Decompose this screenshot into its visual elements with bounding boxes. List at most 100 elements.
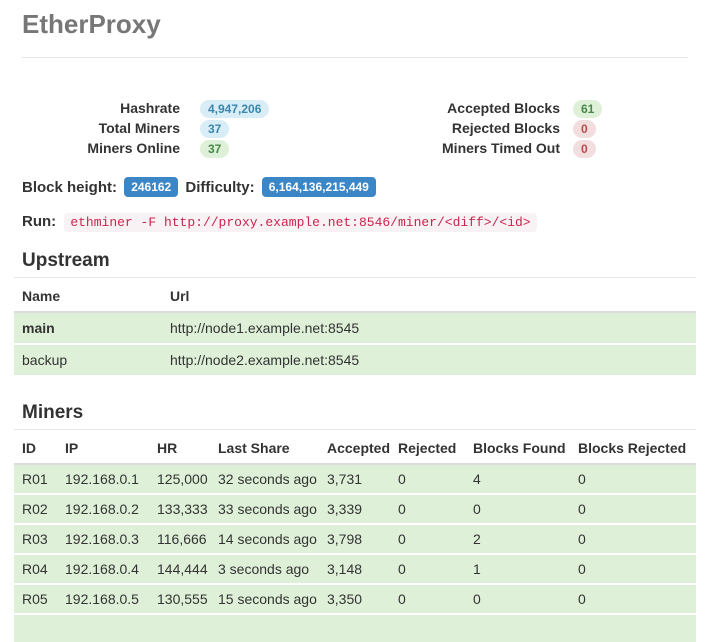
miner-hr: 130,555 [149,584,210,614]
upstream-name: main [14,312,162,344]
miner-last-share: 3 seconds ago [210,554,319,584]
miners-table: ID IP HR Last Share Accepted Rejected Bl… [14,430,696,642]
miners-col-id: ID [14,430,57,464]
difficulty-badge: 6,164,136,215,449 [262,177,376,197]
miner-last-share: 32 seconds ago [210,464,319,494]
difficulty-label: Difficulty: [185,179,254,196]
miner-blocks-rejected: 0 [570,554,696,584]
miner-rejected: 0 [390,494,465,524]
miner-hr: 116,666 [149,524,210,554]
miner-rejected: 0 [390,584,465,614]
table-row: backup http://node2.example.net:8545 [14,344,696,375]
miner-last-share: 14 seconds ago [210,524,319,554]
table-row-partial [14,614,696,642]
stat-label: Miners Online [14,138,180,158]
run-command-code: ethminer -F http://proxy.example.net:854… [64,213,536,232]
page-title: EtherProxy [22,10,696,39]
stat-label: Total Miners [14,118,180,138]
miner-ip: 192.168.0.3 [57,524,149,554]
header-divider [22,57,688,58]
miner-hr: 133,333 [149,494,210,524]
miner-id: R04 [14,554,57,584]
stats-column-right: Accepted Blocks 61 Rejected Blocks 0 Min… [355,98,696,158]
miners-col-blocks-rejected: Blocks Rejected [570,430,696,464]
stat-badge: 0 [573,140,596,158]
miner-rejected: 0 [390,524,465,554]
network-info-row: Block height: 246162 Difficulty: 6,164,1… [22,177,696,199]
stat-accepted-blocks: Accepted Blocks 61 [355,98,696,118]
miners-heading: Miners [22,403,696,423]
miner-hr: 125,000 [149,464,210,494]
upstream-table: Name Url main http://node1.example.net:8… [14,278,696,375]
miner-id: R01 [14,464,57,494]
miner-id: R03 [14,524,57,554]
miner-blocks-rejected: 0 [570,524,696,554]
miner-accepted: 3,731 [319,464,390,494]
table-row: R02 192.168.0.2 133,333 33 seconds ago 3… [14,494,696,524]
stats-summary: Hashrate 4,947,206 Total Miners 37 Miner… [14,98,696,158]
upstream-heading: Upstream [22,251,696,271]
page-container: EtherProxy Hashrate 4,947,206 Total Mine… [0,10,710,642]
miner-last-share: 33 seconds ago [210,494,319,524]
miners-header-row: ID IP HR Last Share Accepted Rejected Bl… [14,430,696,464]
miner-blocks-found: 4 [465,464,570,494]
miner-accepted: 3,798 [319,524,390,554]
block-height-badge: 246162 [124,177,178,197]
miner-blocks-found: 0 [465,584,570,614]
stat-miners-timed-out: Miners Timed Out 0 [355,138,696,158]
table-row: R01 192.168.0.1 125,000 32 seconds ago 3… [14,464,696,494]
stat-miners-online: Miners Online 37 [14,138,355,158]
upstream-name: backup [14,344,162,375]
miner-rejected: 0 [390,554,465,584]
upstream-header-row: Name Url [14,278,696,312]
miners-col-rejected: Rejected [390,430,465,464]
run-command-row: Run: ethminer -F http://proxy.example.ne… [22,211,696,234]
table-row: R03 192.168.0.3 116,666 14 seconds ago 3… [14,524,696,554]
miners-col-hr: HR [149,430,210,464]
miner-blocks-found: 2 [465,524,570,554]
miners-col-ip: IP [57,430,149,464]
miners-col-blocks-found: Blocks Found [465,430,570,464]
stat-label: Accepted Blocks [355,98,560,118]
miner-ip: 192.168.0.1 [57,464,149,494]
run-label: Run: [22,213,56,230]
miner-rejected: 0 [390,464,465,494]
miner-blocks-found: 1 [465,554,570,584]
miner-ip: 192.168.0.2 [57,494,149,524]
stat-label: Miners Timed Out [355,138,560,158]
miner-accepted: 3,339 [319,494,390,524]
miner-blocks-rejected: 0 [570,494,696,524]
stat-badge: 37 [200,140,229,158]
stat-label: Hashrate [14,98,180,118]
stats-column-left: Hashrate 4,947,206 Total Miners 37 Miner… [14,98,355,158]
upstream-url: http://node2.example.net:8545 [162,344,696,375]
miner-blocks-rejected: 0 [570,584,696,614]
stat-badge: 61 [573,100,602,118]
miner-hr: 144,444 [149,554,210,584]
miner-accepted: 3,148 [319,554,390,584]
upstream-col-url: Url [162,278,696,312]
stat-badge: 0 [573,120,596,138]
table-row: R05 192.168.0.5 130,555 15 seconds ago 3… [14,584,696,614]
upstream-url: http://node1.example.net:8545 [162,312,696,344]
miner-blocks-rejected: 0 [570,464,696,494]
block-height-label: Block height: [22,179,117,196]
miner-last-share: 15 seconds ago [210,584,319,614]
table-row: R04 192.168.0.4 144,444 3 seconds ago 3,… [14,554,696,584]
stat-label: Rejected Blocks [355,118,560,138]
miner-ip: 192.168.0.5 [57,584,149,614]
stat-total-miners: Total Miners 37 [14,118,355,138]
miner-id: R05 [14,584,57,614]
stat-badge: 4,947,206 [200,100,269,118]
miner-id: R02 [14,494,57,524]
miner-accepted: 3,350 [319,584,390,614]
upstream-col-name: Name [14,278,162,312]
miners-col-last-share: Last Share [210,430,319,464]
miner-ip: 192.168.0.4 [57,554,149,584]
stat-rejected-blocks: Rejected Blocks 0 [355,118,696,138]
stat-hashrate: Hashrate 4,947,206 [14,98,355,118]
stat-badge: 37 [200,120,229,138]
table-row: main http://node1.example.net:8545 [14,312,696,344]
miners-col-accepted: Accepted [319,430,390,464]
miner-blocks-found: 0 [465,494,570,524]
